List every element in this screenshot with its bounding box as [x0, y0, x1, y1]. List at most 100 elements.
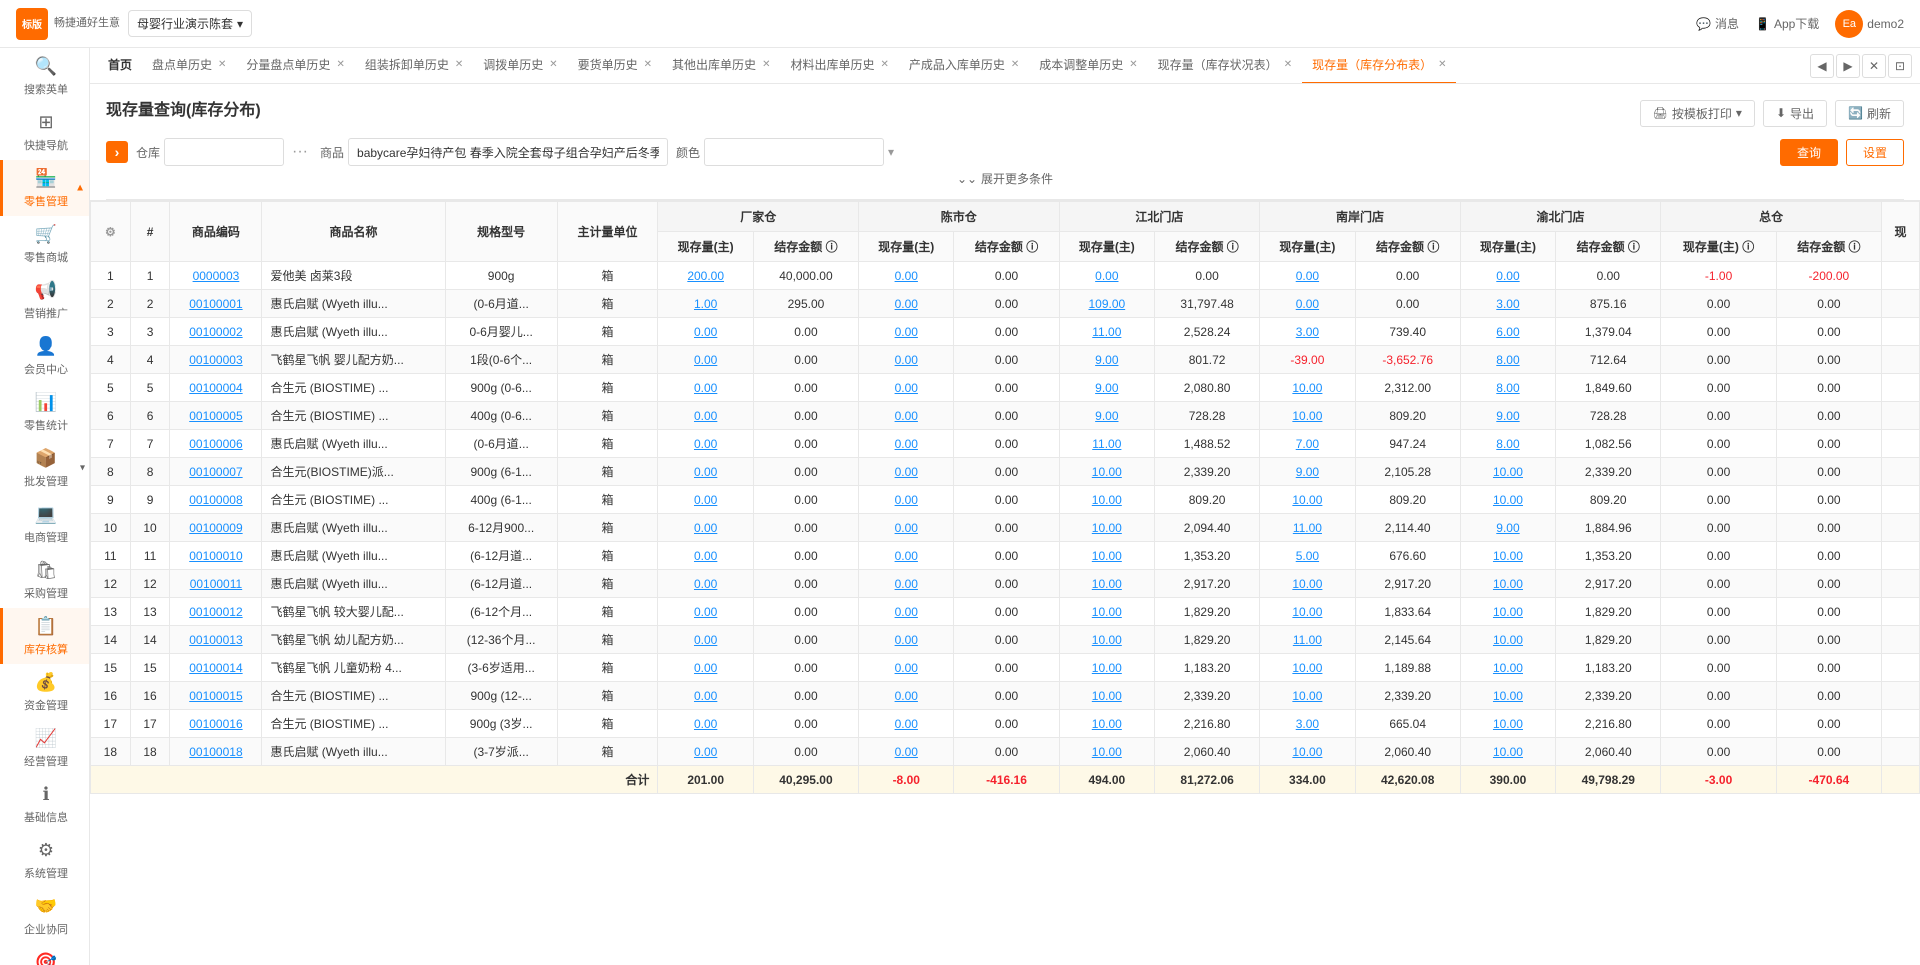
tab-home[interactable]: 首页 — [98, 48, 142, 84]
settings-icon[interactable]: ⚙ — [105, 225, 116, 239]
sidebar-item-system[interactable]: ⚙ 系统管理 — [0, 832, 89, 888]
fac-stock-link[interactable]: 0.00 — [694, 717, 717, 731]
tab-transfer[interactable]: 调拨单历史 ✕ — [473, 48, 567, 84]
tab-material-outbound[interactable]: 材料出库单历史 ✕ — [780, 48, 898, 84]
product-code-link[interactable]: 00100018 — [189, 745, 242, 759]
close-tab-icon[interactable]: ✕ — [455, 59, 463, 70]
jb-stock-link[interactable]: 10.00 — [1092, 605, 1122, 619]
product-code-link[interactable]: 00100012 — [189, 605, 242, 619]
sidebar-item-operation[interactable]: 📈 经营管理 — [0, 720, 89, 776]
print-button[interactable]: 🖨 按模板打印 ▾ — [1640, 100, 1755, 127]
settings-button[interactable]: 设置 — [1846, 139, 1904, 166]
cs-stock-link[interactable]: 0.00 — [895, 493, 918, 507]
jb-stock-link[interactable]: 109.00 — [1088, 297, 1125, 311]
na-stock-link[interactable]: 10.00 — [1292, 409, 1322, 423]
yb-stock-link[interactable]: 10.00 — [1493, 493, 1523, 507]
na-stock-link[interactable]: 10.00 — [1292, 493, 1322, 507]
cs-stock-link[interactable]: 0.00 — [895, 717, 918, 731]
fac-stock-link[interactable]: 0.00 — [694, 549, 717, 563]
expand-filter-button[interactable]: ⌄⌄ 展开更多条件 — [957, 170, 1053, 187]
yb-stock-link[interactable]: 8.00 — [1496, 381, 1519, 395]
na-stock-link[interactable]: -39.00 — [1290, 353, 1324, 367]
warehouse-more-icon[interactable]: ··· — [288, 143, 312, 161]
cs-stock-link[interactable]: 0.00 — [895, 325, 918, 339]
jb-stock-link[interactable]: 10.00 — [1092, 633, 1122, 647]
tab-cost-adjust[interactable]: 成本调整单历史 ✕ — [1029, 48, 1147, 84]
app-download-button[interactable]: 📱 App下载 — [1755, 15, 1819, 32]
sidebar-item-marketing[interactable]: 📢 营销推广 — [0, 272, 89, 328]
na-stock-link[interactable]: 0.00 — [1296, 269, 1319, 283]
cs-stock-link[interactable]: 0.00 — [895, 269, 918, 283]
sidebar-item-basic-info[interactable]: ℹ 基础信息 — [0, 776, 89, 832]
tab-stock-distribution[interactable]: 现存量（库存分布表） ✕ — [1302, 48, 1456, 84]
na-stock-link[interactable]: 5.00 — [1296, 549, 1319, 563]
jb-stock-link[interactable]: 10.00 — [1092, 661, 1122, 675]
na-stock-link[interactable]: 10.00 — [1292, 745, 1322, 759]
fac-stock-link[interactable]: 0.00 — [694, 381, 717, 395]
product-code-link[interactable]: 00100014 — [189, 661, 242, 675]
nav-prev-button[interactable]: ◀ — [1810, 54, 1834, 78]
cs-stock-link[interactable]: 0.00 — [895, 465, 918, 479]
fac-stock-link[interactable]: 0.00 — [694, 465, 717, 479]
jb-stock-link[interactable]: 10.00 — [1092, 493, 1122, 507]
yb-stock-link[interactable]: 8.00 — [1496, 437, 1519, 451]
product-code-link[interactable]: 00100016 — [189, 717, 242, 731]
close-tab-icon[interactable]: ✕ — [549, 59, 557, 70]
na-stock-link[interactable]: 0.00 — [1296, 297, 1319, 311]
tab-requisition[interactable]: 要货单历史 ✕ — [568, 48, 662, 84]
jb-stock-link[interactable]: 11.00 — [1092, 437, 1121, 451]
jb-stock-link[interactable]: 10.00 — [1092, 549, 1122, 563]
product-code-link[interactable]: 00100009 — [189, 521, 242, 535]
product-code-link[interactable]: 00100003 — [189, 353, 242, 367]
jb-stock-link[interactable]: 9.00 — [1095, 381, 1118, 395]
jb-stock-link[interactable]: 10.00 — [1092, 521, 1122, 535]
na-stock-link[interactable]: 11.00 — [1293, 521, 1322, 535]
yb-stock-link[interactable]: 10.00 — [1493, 661, 1523, 675]
yb-stock-link[interactable]: 10.00 — [1493, 717, 1523, 731]
query-button[interactable]: 查询 — [1780, 139, 1838, 166]
yb-stock-link[interactable]: 10.00 — [1493, 465, 1523, 479]
message-button[interactable]: 💬 消息 — [1696, 15, 1739, 32]
na-stock-link[interactable]: 11.00 — [1293, 633, 1322, 647]
refresh-button[interactable]: 🔄 刷新 — [1835, 100, 1904, 127]
sidebar-item-wholesale[interactable]: 📦 批发管理 ▾ — [0, 440, 89, 496]
jb-stock-link[interactable]: 9.00 — [1095, 353, 1118, 367]
table-wrap[interactable]: ⚙ # 商品编码 商品名称 规格型号 主计量单位 厂家仓 陈市仓 江北门店 南岸… — [90, 201, 1920, 965]
fac-stock-link[interactable]: 0.00 — [694, 409, 717, 423]
fac-stock-link[interactable]: 1.00 — [694, 297, 717, 311]
jb-stock-link[interactable]: 11.00 — [1092, 325, 1121, 339]
color-input[interactable] — [704, 138, 884, 166]
fac-stock-link[interactable]: 0.00 — [694, 745, 717, 759]
export-button[interactable]: ⬇ 导出 — [1763, 100, 1827, 127]
tab-inventory-check[interactable]: 盘点单历史 ✕ — [142, 48, 236, 84]
jb-stock-link[interactable]: 10.00 — [1092, 717, 1122, 731]
tab-finished-inbound[interactable]: 产成品入库单历史 ✕ — [899, 48, 1029, 84]
sidebar-item-retail-stats[interactable]: 📊 零售统计 — [0, 384, 89, 440]
yb-stock-link[interactable]: 9.00 — [1496, 409, 1519, 423]
na-stock-link[interactable]: 9.00 — [1296, 465, 1319, 479]
nav-next-button[interactable]: ▶ — [1836, 54, 1860, 78]
jb-stock-link[interactable]: 10.00 — [1092, 745, 1122, 759]
user-profile[interactable]: Ea demo2 — [1835, 10, 1904, 38]
close-tab-icon[interactable]: ✕ — [644, 59, 652, 70]
sidebar-item-inventory[interactable]: 📋 库存核算 — [0, 608, 89, 664]
cs-stock-link[interactable]: 0.00 — [895, 297, 918, 311]
close-tab-icon[interactable]: ✕ — [1011, 59, 1019, 70]
na-stock-link[interactable]: 10.00 — [1292, 689, 1322, 703]
fac-stock-link[interactable]: 0.00 — [694, 577, 717, 591]
cs-stock-link[interactable]: 0.00 — [895, 661, 918, 675]
tab-assembly[interactable]: 组装拆卸单历史 ✕ — [355, 48, 473, 84]
cs-stock-link[interactable]: 0.00 — [895, 409, 918, 423]
product-code-link[interactable]: 00100008 — [189, 493, 242, 507]
na-stock-link[interactable]: 10.00 — [1292, 381, 1322, 395]
close-tab-icon[interactable]: ✕ — [762, 59, 770, 70]
product-code-link[interactable]: 00100013 — [189, 633, 242, 647]
sidebar-item-guide[interactable]: 🎯 新手引导 — [0, 944, 89, 965]
product-code-link[interactable]: 00100002 — [189, 325, 242, 339]
product-code-link[interactable]: 00100005 — [189, 409, 242, 423]
cs-stock-link[interactable]: 0.00 — [895, 521, 918, 535]
fac-stock-link[interactable]: 0.00 — [694, 633, 717, 647]
yb-stock-link[interactable]: 8.00 — [1496, 353, 1519, 367]
na-stock-link[interactable]: 10.00 — [1292, 605, 1322, 619]
jb-stock-link[interactable]: 10.00 — [1092, 689, 1122, 703]
